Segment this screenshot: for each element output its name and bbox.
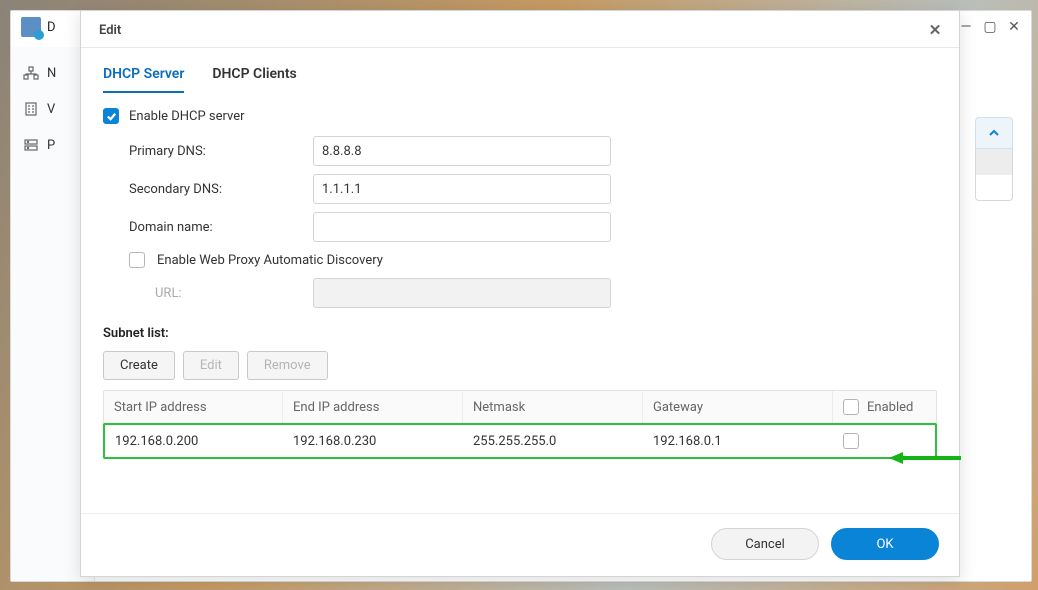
dialog-header: Edit ✕ <box>81 11 959 48</box>
wpad-row: Enable Web Proxy Automatic Discovery <box>129 252 937 268</box>
domain-name-input[interactable] <box>313 212 611 242</box>
dhcp-fields: Primary DNS: Secondary DNS: Domain name:… <box>103 136 937 308</box>
panel-strip <box>975 175 1013 201</box>
dialog-title: Edit <box>99 23 927 38</box>
row-enabled-checkbox[interactable] <box>843 433 859 449</box>
edit-dialog: Edit ✕ DHCP Server DHCP Clients Enable D… <box>80 10 960 577</box>
sidebar-item-label: P <box>47 138 55 153</box>
app-icon <box>21 17 41 37</box>
col-netmask[interactable]: Netmask <box>462 392 642 423</box>
col-start-ip[interactable]: Start IP address <box>104 392 282 423</box>
right-panel-collapse <box>975 117 1013 201</box>
subnet-buttons: Create Edit Remove <box>103 351 937 380</box>
window-controls: — ▢ ✕ <box>959 20 1021 34</box>
col-end-ip[interactable]: End IP address <box>282 392 462 423</box>
cancel-button[interactable]: Cancel <box>711 528 819 560</box>
remove-button[interactable]: Remove <box>247 351 328 380</box>
panel-collapse-toggle[interactable] <box>975 117 1013 149</box>
cell-gateway: 192.168.0.1 <box>643 426 833 457</box>
sidebar-item-label: N <box>47 66 56 81</box>
col-enabled[interactable]: Enabled <box>832 391 936 423</box>
edit-button[interactable]: Edit <box>183 351 239 380</box>
secondary-dns-label: Secondary DNS: <box>129 182 313 197</box>
minimize-icon[interactable]: — <box>959 20 973 34</box>
subnet-list-heading: Subnet list: <box>103 326 937 341</box>
cell-netmask: 255.255.255.0 <box>463 426 643 457</box>
tab-dhcp-clients[interactable]: DHCP Clients <box>212 60 296 92</box>
ok-button[interactable]: OK <box>831 528 939 560</box>
wpad-checkbox[interactable] <box>129 252 145 268</box>
table-row[interactable]: 192.168.0.200 192.168.0.230 255.255.255.… <box>103 423 937 459</box>
create-button[interactable]: Create <box>103 351 175 380</box>
tab-dhcp-server[interactable]: DHCP Server <box>103 60 184 92</box>
server-icon <box>23 137 39 153</box>
primary-dns-input[interactable] <box>313 136 611 166</box>
maximize-icon[interactable]: ▢ <box>983 20 997 34</box>
enabled-header-checkbox[interactable] <box>843 399 859 415</box>
sidebar-item-label: V <box>47 102 55 117</box>
subnet-table: Start IP address End IP address Netmask … <box>103 390 937 459</box>
wpad-label: Enable Web Proxy Automatic Discovery <box>157 253 383 268</box>
network-icon <box>23 65 39 81</box>
col-gateway[interactable]: Gateway <box>642 392 832 423</box>
annotation-arrow-icon <box>889 449 961 467</box>
cell-end-ip: 192.168.0.230 <box>283 426 463 457</box>
panel-strip <box>975 149 1013 175</box>
enable-dhcp-row: Enable DHCP server <box>103 108 937 124</box>
primary-dns-label: Primary DNS: <box>129 144 313 159</box>
close-icon[interactable]: ✕ <box>1007 20 1021 34</box>
dialog-footer: Cancel OK <box>81 513 959 576</box>
enable-dhcp-checkbox[interactable] <box>103 108 119 124</box>
close-icon[interactable]: ✕ <box>927 21 943 39</box>
url-label: URL: <box>155 286 313 301</box>
building-icon <box>23 101 39 117</box>
table-header: Start IP address End IP address Netmask … <box>104 391 936 424</box>
url-input <box>313 278 611 308</box>
cell-start-ip: 192.168.0.200 <box>105 426 283 457</box>
col-enabled-label: Enabled <box>867 400 913 415</box>
dialog-body: Enable DHCP server Primary DNS: Secondar… <box>81 92 959 513</box>
enable-dhcp-label: Enable DHCP server <box>129 109 245 124</box>
dialog-tabs: DHCP Server DHCP Clients <box>81 48 959 92</box>
secondary-dns-input[interactable] <box>313 174 611 204</box>
domain-name-label: Domain name: <box>129 220 313 235</box>
